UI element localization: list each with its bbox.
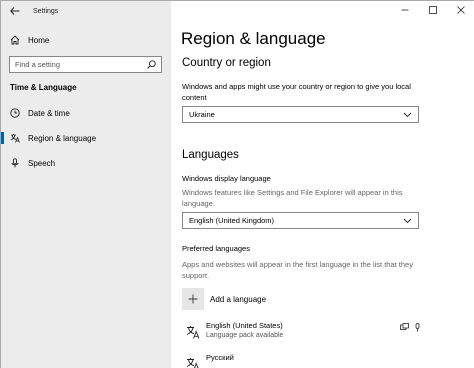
add-language-label: Add a language <box>210 294 267 304</box>
sidebar-item-speech[interactable]: Speech <box>1 154 171 172</box>
sidebar-item-date-time[interactable]: Date & time <box>1 104 171 122</box>
sidebar-item-region-language[interactable]: Region & language <box>1 129 171 147</box>
back-button[interactable] <box>4 1 26 21</box>
language-glyph-icon <box>182 321 204 343</box>
add-language-button[interactable]: Add a language <box>182 288 266 310</box>
dropdown-value: English (United Kingdom) <box>189 216 275 225</box>
region-language-icon <box>10 133 20 143</box>
sidebar-item-home[interactable]: Home <box>1 31 171 49</box>
display-language-dropdown[interactable]: English (United Kingdom) <box>182 212 419 229</box>
home-icon <box>10 35 20 45</box>
language-capabilities <box>400 323 422 332</box>
search-icon[interactable] <box>147 60 156 69</box>
close-button[interactable] <box>447 1 474 19</box>
search-input[interactable]: Find a setting <box>9 56 162 73</box>
languages-heading: Languages <box>182 149 239 161</box>
country-region-dropdown[interactable]: Ukraine <box>182 106 419 123</box>
window-controls <box>391 1 474 19</box>
dropdown-value: Ukraine <box>189 110 215 119</box>
language-glyph-icon <box>182 353 204 368</box>
display-language-capability-icon <box>400 323 409 332</box>
sidebar: Settings Home Find a setting Time & Lang… <box>1 1 171 368</box>
language-item-english-us[interactable]: English (United States) Language pack av… <box>182 321 422 343</box>
clock-icon <box>10 108 20 118</box>
title-bar: Settings <box>1 1 171 21</box>
speech-capability-icon <box>413 323 422 332</box>
sidebar-item-label: Speech <box>28 158 56 168</box>
country-region-heading: Country or region <box>182 57 271 69</box>
app-title: Settings <box>33 7 59 15</box>
language-item-russian[interactable]: Русский <box>182 353 422 368</box>
language-name: English (United States) <box>206 321 283 330</box>
back-arrow-icon <box>10 7 20 15</box>
preferred-languages-description: Apps and websites will appear in the fir… <box>182 260 413 280</box>
main-content: Region & language Country or region Wind… <box>171 1 474 368</box>
category-heading: Time & Language <box>10 83 77 92</box>
chevron-down-icon <box>403 110 412 119</box>
sidebar-item-label: Date & time <box>28 108 70 118</box>
display-language-description: Windows features like Settings and File … <box>182 188 403 208</box>
search-placeholder: Find a setting <box>15 60 61 69</box>
language-status: Language pack available <box>206 332 284 339</box>
country-region-description: Windows and apps might use your country … <box>182 82 411 102</box>
preferred-languages-label: Preferred languages <box>182 244 250 253</box>
settings-window: Settings Home Find a setting Time & Lang… <box>0 0 474 368</box>
minimize-icon <box>401 9 409 11</box>
sidebar-item-label: Region & language <box>28 133 97 143</box>
close-icon <box>457 6 465 14</box>
maximize-icon <box>429 6 437 14</box>
sidebar-item-label: Home <box>28 35 50 45</box>
page-title: Region & language <box>181 29 326 48</box>
maximize-button[interactable] <box>419 1 447 19</box>
display-language-label: Windows display language <box>182 174 271 183</box>
plus-icon <box>182 288 204 310</box>
chevron-down-icon <box>403 216 412 225</box>
microphone-icon <box>10 158 20 168</box>
minimize-button[interactable] <box>391 1 419 19</box>
language-name: Русский <box>206 353 234 362</box>
